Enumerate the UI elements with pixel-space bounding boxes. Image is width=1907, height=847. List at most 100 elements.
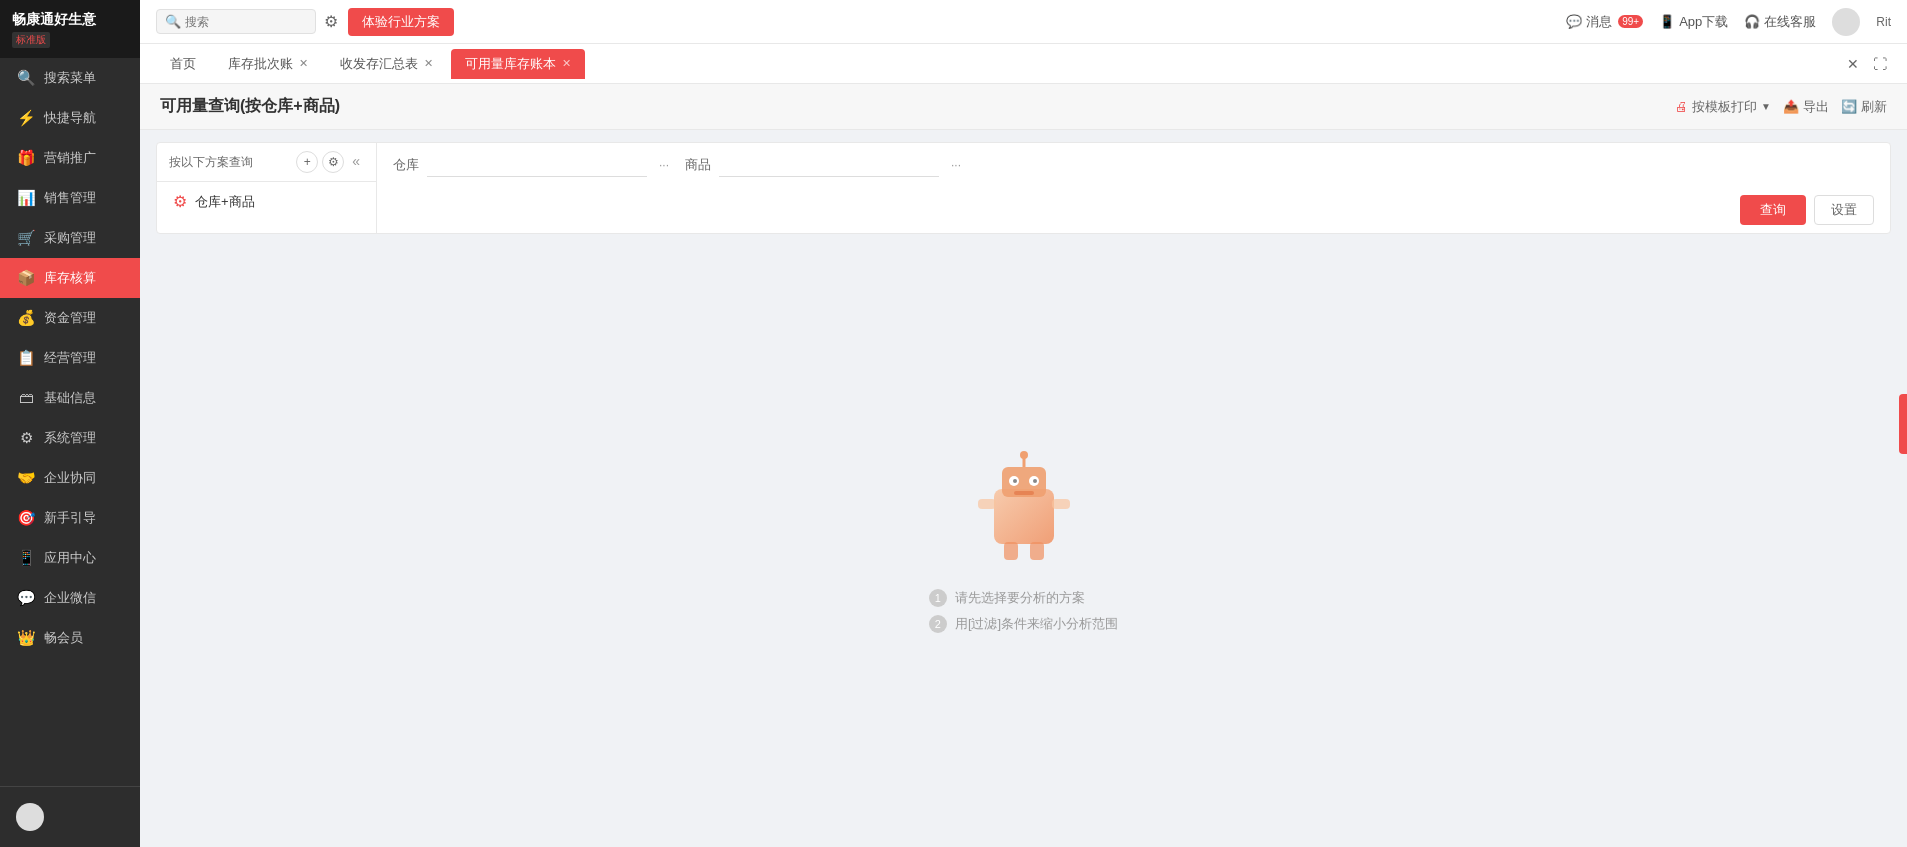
- search-icon: 🔍: [165, 14, 181, 29]
- sidebar-item-应用中心[interactable]: 📱 应用中心: [0, 538, 140, 578]
- sidebar-label-8: 基础信息: [44, 389, 96, 407]
- sidebar-icon-9: ⚙: [16, 429, 36, 447]
- username-label: Rit: [1876, 15, 1891, 29]
- tab-0[interactable]: 首页: [156, 49, 210, 79]
- export-icon: 📤: [1783, 99, 1799, 114]
- sidebar-item-经营管理[interactable]: 📋 经营管理: [0, 338, 140, 378]
- tab-3[interactable]: 可用量库存账本 ✕: [451, 49, 585, 79]
- print-icon: 🖨: [1675, 99, 1688, 114]
- expand-icon[interactable]: ⛶: [1869, 52, 1891, 76]
- right-scroll-handle[interactable]: [1899, 394, 1907, 454]
- product-input[interactable]: [719, 153, 939, 177]
- scheme-header-actions: + ⚙ «: [296, 151, 364, 173]
- sidebar-item-系统管理[interactable]: ⚙ 系统管理: [0, 418, 140, 458]
- sidebar: 畅康通好生意 标准版 🔍 搜索菜单 ⚡ 快捷导航 🎁 营销推广 📊 销售管理 🛒…: [0, 0, 140, 847]
- sidebar-item-搜索菜单[interactable]: 🔍 搜索菜单: [0, 58, 140, 98]
- tab-close-2[interactable]: ✕: [424, 57, 433, 70]
- empty-tips: 1 请先选择要分析的方案 2 用[过滤]条件来缩小分析范围: [929, 589, 1118, 633]
- empty-illustration: [964, 449, 1084, 569]
- sidebar-label-0: 搜索菜单: [44, 69, 96, 87]
- close-all-icon[interactable]: ✕: [1843, 52, 1863, 76]
- scheme-item-warehouse-product[interactable]: ⚙ 仓库+商品: [157, 182, 376, 221]
- user-profile[interactable]: [0, 795, 140, 839]
- sidebar-item-采购管理[interactable]: 🛒 采购管理: [0, 218, 140, 258]
- page-title: 可用量查询(按仓库+商品): [160, 96, 340, 117]
- sidebar-bottom: [0, 786, 140, 847]
- tab-2[interactable]: 收发存汇总表✕: [326, 49, 447, 79]
- settings-scheme-button[interactable]: ⚙: [322, 151, 344, 173]
- print-label: 按模板打印: [1692, 98, 1757, 116]
- sidebar-label-6: 资金管理: [44, 309, 96, 327]
- industry-solution-button[interactable]: 体验行业方案: [348, 8, 454, 36]
- tab-label-0: 首页: [170, 55, 196, 73]
- query-button[interactable]: 查询: [1740, 195, 1806, 225]
- sidebar-icon-14: 👑: [16, 629, 36, 647]
- tab-label-3: 可用量库存账本: [465, 55, 556, 73]
- sidebar-item-销售管理[interactable]: 📊 销售管理: [0, 178, 140, 218]
- sidebar-icon-8: 🗃: [16, 389, 36, 406]
- sidebar-label-12: 应用中心: [44, 549, 96, 567]
- sidebar-item-快捷导航[interactable]: ⚡ 快捷导航: [0, 98, 140, 138]
- sidebar-label-7: 经营管理: [44, 349, 96, 367]
- online-service-label: 在线客服: [1764, 13, 1816, 31]
- avatar: [16, 803, 44, 831]
- gear-icon[interactable]: ⚙: [324, 12, 338, 31]
- warehouse-input[interactable]: [427, 153, 647, 177]
- empty-tip-1: 1 请先选择要分析的方案: [929, 589, 1118, 607]
- settings-button[interactable]: 设置: [1814, 195, 1874, 225]
- sidebar-label-11: 新手引导: [44, 509, 96, 527]
- message-label: 消息: [1586, 13, 1612, 31]
- sidebar-item-资金管理[interactable]: 💰 资金管理: [0, 298, 140, 338]
- product-label: 商品: [685, 156, 711, 174]
- search-input[interactable]: [185, 15, 307, 29]
- tab-close-3[interactable]: ✕: [562, 57, 571, 70]
- export-action[interactable]: 📤 导出: [1783, 98, 1829, 116]
- main-content: 🔍 ⚙ 体验行业方案 💬 消息 99+ 📱 App下载 🎧 在线客服 Rit 首…: [140, 0, 1907, 847]
- brand-name: 畅康通好生意: [12, 10, 128, 30]
- svg-rect-8: [1030, 542, 1044, 560]
- sidebar-label-4: 采购管理: [44, 229, 96, 247]
- empty-tip-2: 2 用[过滤]条件来缩小分析范围: [929, 615, 1118, 633]
- app-download-link[interactable]: 📱 App下载: [1659, 13, 1728, 31]
- scheme-header-title: 按以下方案查询: [169, 154, 253, 171]
- sidebar-icon-5: 📦: [16, 269, 36, 287]
- product-more-icon[interactable]: ···: [951, 158, 961, 172]
- sidebar-label-1: 快捷导航: [44, 109, 96, 127]
- warehouse-more-icon[interactable]: ···: [659, 158, 669, 172]
- sidebar-item-畅会员[interactable]: 👑 畅会员: [0, 618, 140, 658]
- tab-1[interactable]: 库存批次账✕: [214, 49, 322, 79]
- tip-text-1: 请先选择要分析的方案: [955, 589, 1085, 607]
- message-link[interactable]: 💬 消息 99+: [1566, 13, 1643, 31]
- empty-state: 1 请先选择要分析的方案 2 用[过滤]条件来缩小分析范围: [140, 234, 1907, 847]
- sidebar-item-营销推广[interactable]: 🎁 营销推广: [0, 138, 140, 178]
- refresh-icon: 🔄: [1841, 99, 1857, 114]
- online-service-link[interactable]: 🎧 在线客服: [1744, 13, 1816, 31]
- refresh-action[interactable]: 🔄 刷新: [1841, 98, 1887, 116]
- topbar-search-box[interactable]: 🔍: [156, 9, 316, 34]
- topbar-right: 💬 消息 99+ 📱 App下载 🎧 在线客服 Rit: [1566, 8, 1891, 36]
- svg-rect-7: [1004, 542, 1018, 560]
- print-chevron-icon[interactable]: ▼: [1761, 101, 1771, 112]
- tab-close-1[interactable]: ✕: [299, 57, 308, 70]
- svg-point-12: [1020, 451, 1028, 459]
- headset-icon: 🎧: [1744, 14, 1760, 29]
- user-avatar[interactable]: [1832, 8, 1860, 36]
- sidebar-item-企业协同[interactable]: 🤝 企业协同: [0, 458, 140, 498]
- sidebar-item-企业微信[interactable]: 💬 企业微信: [0, 578, 140, 618]
- tip-text-2: 用[过滤]条件来缩小分析范围: [955, 615, 1118, 633]
- collapse-scheme-button[interactable]: «: [348, 151, 364, 173]
- sidebar-item-新手引导[interactable]: 🎯 新手引导: [0, 498, 140, 538]
- sidebar-label-3: 销售管理: [44, 189, 96, 207]
- sidebar-label-10: 企业协同: [44, 469, 96, 487]
- svg-rect-0: [994, 489, 1054, 544]
- message-badge: 99+: [1618, 15, 1643, 28]
- sidebar-item-基础信息[interactable]: 🗃 基础信息: [0, 378, 140, 418]
- svg-rect-10: [1052, 499, 1070, 509]
- sidebar-item-库存核算[interactable]: 📦 库存核算: [0, 258, 140, 298]
- print-action[interactable]: 🖨 按模板打印 ▼: [1675, 98, 1771, 116]
- sidebar-icon-11: 🎯: [16, 509, 36, 527]
- add-scheme-button[interactable]: +: [296, 151, 318, 173]
- page-header: 可用量查询(按仓库+商品) 🖨 按模板打印 ▼ 📤 导出 🔄 刷新: [140, 84, 1907, 130]
- warehouse-filter: 仓库 ···: [393, 153, 669, 177]
- sidebar-icon-3: 📊: [16, 189, 36, 207]
